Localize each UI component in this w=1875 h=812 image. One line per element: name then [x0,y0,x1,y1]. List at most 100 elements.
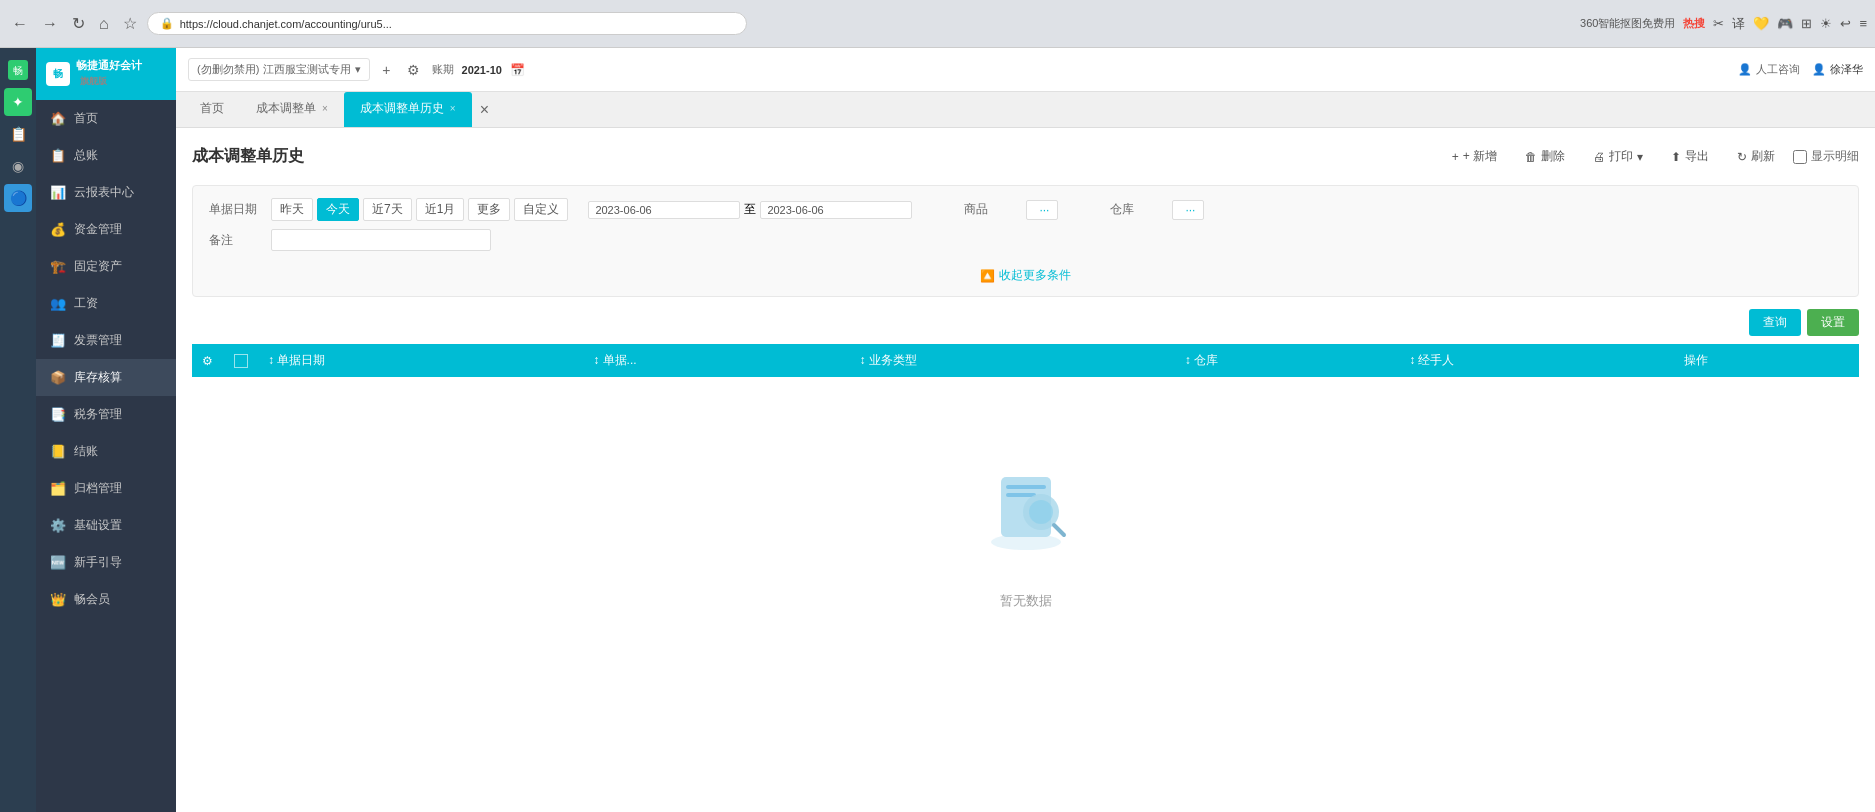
print-button[interactable]: 🖨 打印 ▾ [1583,144,1653,169]
select-all-checkbox[interactable] [234,354,248,368]
nav-item-label: 归档管理 [74,480,122,497]
svg-point-7 [1029,500,1053,524]
nav-item-税务管理[interactable]: 📑税务管理 [36,396,176,433]
col-actions: 操作 [1674,344,1859,377]
tab-cost-history[interactable]: 成本调整单历史 × [344,92,472,127]
forward-button[interactable]: → [38,13,62,35]
nav-item-固定资产[interactable]: 🏗️固定资产 [36,248,176,285]
date-btn-7days[interactable]: 近7天 [363,198,412,221]
nav-item-总账[interactable]: 📋总账 [36,137,176,174]
tab-cost-adjust[interactable]: 成本调整单 × [240,92,344,127]
refresh-button[interactable]: ↻ 刷新 [1727,144,1785,169]
user-name: 徐泽华 [1830,62,1863,77]
collapse-button[interactable]: 🔼 收起更多条件 [980,267,1071,284]
url-bar[interactable]: 🔒 https://cloud.chanjet.com/accounting/u… [147,12,747,35]
warehouse-select[interactable]: ··· [1172,200,1204,220]
nav-item-icon: 📑 [50,407,66,422]
query-button[interactable]: 查询 [1749,309,1801,336]
nav-item-label: 固定资产 [74,258,122,275]
new-button[interactable]: + + 新增 [1442,144,1507,169]
wallet-icon[interactable]: 💛 [1753,16,1769,31]
settings-icon[interactable]: ☀ [1820,16,1832,31]
date-range: 至 [588,201,912,219]
col-type[interactable]: ↕ 业务类型 [850,344,1175,377]
add-company-button[interactable]: + [378,60,394,80]
col-date[interactable]: ↕ 单据日期 [258,344,583,377]
tab-home[interactable]: 首页 [184,92,240,127]
filter-date-buttons: 昨天 今天 近7天 近1月 更多 自定义 [271,198,568,221]
col-handler[interactable]: ↕ 经手人 [1399,344,1674,377]
bookmark-button[interactable]: ☆ [119,12,141,35]
icon-sidebar-item-1[interactable]: 📋 [4,120,32,148]
back-button[interactable]: ← [8,13,32,35]
calendar-icon[interactable]: 📅 [510,63,525,77]
warehouse-more-btn[interactable]: ··· [1185,203,1195,217]
nav-header: 畅 畅捷通好会计 旗舰版 [36,48,176,100]
col-number-label: ↕ 单据... [593,353,636,367]
menu-icon[interactable]: ≡ [1859,16,1867,31]
refresh-icon: ↻ [1737,150,1747,164]
tab-bar: 首页 成本调整单 × 成本调整单历史 × × [176,92,1875,128]
url-text: https://cloud.chanjet.com/accounting/uru… [180,18,392,30]
date-btn-custom[interactable]: 自定义 [514,198,568,221]
page-actions: + + 新增 🗑 删除 🖨 打印 ▾ ⬆ 导出 [1442,144,1859,169]
consult-button[interactable]: 👤 人工咨询 [1738,62,1800,77]
tab-cost-adjust-close[interactable]: × [322,103,328,114]
settings-gear-icon[interactable]: ⚙ [403,60,424,80]
date-from-input[interactable] [588,201,740,219]
date-btn-yesterday[interactable]: 昨天 [271,198,313,221]
game-icon[interactable]: 🎮 [1777,16,1793,31]
show-col-toggle[interactable]: 显示明细 [1793,148,1859,165]
icon-sidebar-green[interactable]: ✦ [4,88,32,116]
nav-item-工资[interactable]: 👥工资 [36,285,176,322]
table-gear-col[interactable]: ⚙ [192,344,224,377]
product-select[interactable]: ··· [1026,200,1058,220]
export-button[interactable]: ⬆ 导出 [1661,144,1719,169]
remark-input[interactable] [271,229,491,251]
page-title: 成本调整单历史 [192,146,304,167]
empty-state: 暂无数据 [192,377,1859,690]
settings-button[interactable]: 设置 [1807,309,1859,336]
period-value: 2021-10 [462,64,502,76]
date-btn-today[interactable]: 今天 [317,198,359,221]
nav-item-归档管理[interactable]: 🗂️归档管理 [36,470,176,507]
plus-icon: + [1452,150,1459,164]
date-btn-1month[interactable]: 近1月 [416,198,465,221]
nav-item-新手引导[interactable]: 🆕新手引导 [36,544,176,581]
top-bar-left: (勿删勿禁用) 江西服宝测试专用 ▾ + ⚙ 账期 2021-10 📅 [188,58,1730,81]
company-selector[interactable]: (勿删勿禁用) 江西服宝测试专用 ▾ [188,58,370,81]
nav-item-发票管理[interactable]: 🧾发票管理 [36,322,176,359]
icon-sidebar-item-active[interactable]: 🔵 [4,184,32,212]
nav-item-首页[interactable]: 🏠首页 [36,100,176,137]
nav-logo-icon: 畅 [46,62,70,86]
translate-icon[interactable]: 译 [1732,15,1745,33]
col-number[interactable]: ↕ 单据... [583,344,849,377]
tab-cost-history-close[interactable]: × [450,103,456,114]
close-all-tabs-button[interactable]: × [472,97,497,123]
nav-item-label: 畅会员 [74,591,110,608]
nav-item-结账[interactable]: 📒结账 [36,433,176,470]
product-more-btn[interactable]: ··· [1039,203,1049,217]
nav-item-云报表中心[interactable]: 📊云报表中心 [36,174,176,211]
delete-button[interactable]: 🗑 删除 [1515,144,1575,169]
nav-item-label: 工资 [74,295,98,312]
data-table: ⚙ ↕ 单据日期 ↕ 单据... ↕ 业务类型 [192,344,1859,377]
grid-icon[interactable]: ⊞ [1801,16,1812,31]
refresh-button[interactable]: ↻ [68,12,89,35]
home-button[interactable]: ⌂ [95,13,113,35]
col-warehouse[interactable]: ↕ 仓库 [1175,344,1399,377]
user-avatar[interactable]: 👤 徐泽华 [1812,62,1863,77]
nav-item-资金管理[interactable]: 💰资金管理 [36,211,176,248]
browser-actions: 360智能抠图免费用 热搜 ✂ 译 💛 🎮 ⊞ ☀ ↩ ≡ [1580,15,1867,33]
undo-icon[interactable]: ↩ [1840,16,1851,31]
nav-item-icon: ⚙️ [50,518,66,533]
date-btn-more[interactable]: 更多 [468,198,510,221]
nav-item-畅会员[interactable]: 👑畅会员 [36,581,176,618]
date-to-input[interactable] [760,201,912,219]
nav-item-基础设置[interactable]: ⚙️基础设置 [36,507,176,544]
show-col-checkbox[interactable] [1793,150,1807,164]
icon-sidebar-item-2[interactable]: ◉ [4,152,32,180]
scissors-icon[interactable]: ✂ [1713,16,1724,31]
table-checkbox-col[interactable] [224,344,258,377]
nav-item-库存核算[interactable]: 📦库存核算 [36,359,176,396]
